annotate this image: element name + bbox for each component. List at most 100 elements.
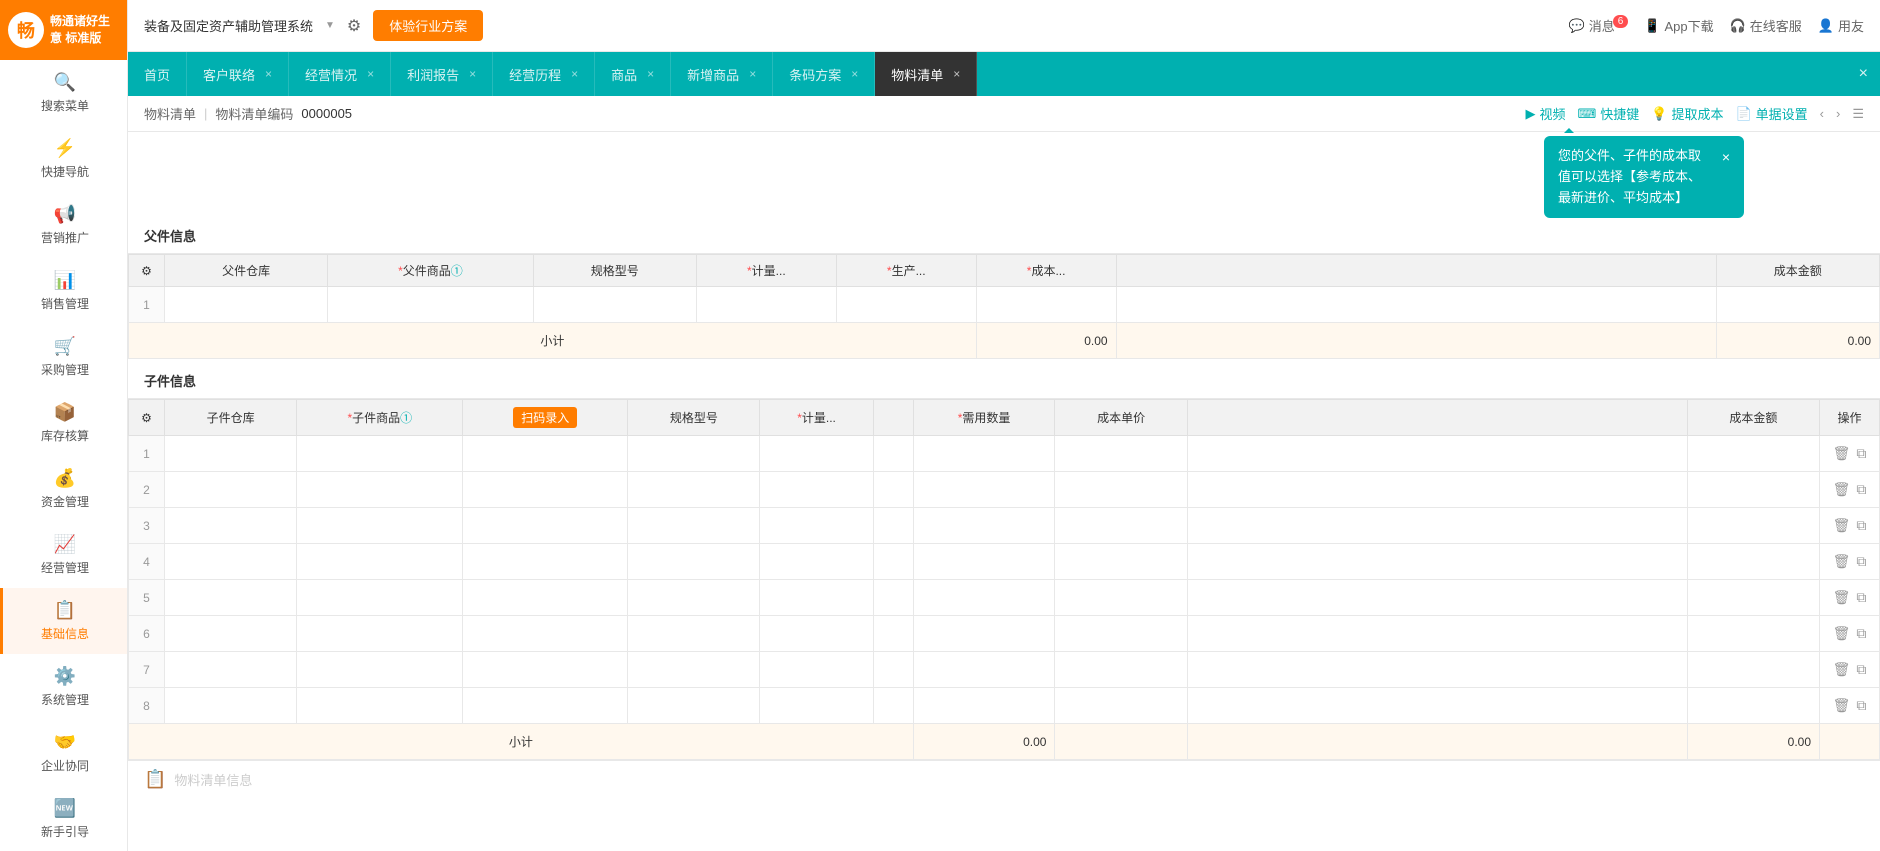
try-button[interactable]: 体验行业方案 [373,10,483,41]
child-row6-warehouse[interactable] [165,616,297,652]
parent-row1-produce[interactable] [836,287,976,323]
toolbar-next[interactable]: › [1836,106,1840,121]
child-row4-warehouse[interactable] [165,544,297,580]
tab-bom-close[interactable]: × [953,67,960,81]
tab-profit[interactable]: 利润报告 × [391,52,493,96]
parent-row1-warehouse[interactable] [165,287,328,323]
extract-cost-button[interactable]: 💡 提取成本 [1651,104,1723,123]
child-row3-unit[interactable] [760,508,873,544]
close-all-tabs[interactable]: × [1847,65,1880,83]
parent-col-settings[interactable]: ⚙ [129,255,165,287]
tab-goods-close[interactable]: × [647,67,654,81]
child-row7-qty[interactable] [913,652,1055,688]
delete-icon[interactable]: 🗑 [1833,589,1851,606]
scan-button[interactable]: 扫码录入 [513,407,577,428]
child-row6-unit[interactable] [760,616,873,652]
child-col-scan[interactable]: 扫码录入 [463,400,628,436]
tab-bom[interactable]: 物料清单 × [875,52,977,96]
copy-icon[interactable]: ⧉ [1856,517,1866,534]
delete-icon[interactable]: 🗑 [1833,697,1851,714]
app-download-button[interactable]: 📱 App下载 [1644,16,1713,35]
child-row6-unit-cost[interactable] [1055,616,1187,652]
child-row8-warehouse[interactable] [165,688,297,724]
child-row6-qty[interactable] [913,616,1055,652]
sidebar-item-marketing[interactable]: 📢 营销推广 [0,192,127,258]
child-row6-spec[interactable] [628,616,760,652]
child-row5-unit-cost[interactable] [1055,580,1187,616]
child-row3-qty[interactable] [913,508,1055,544]
child-row1-qty[interactable] [913,436,1055,472]
child-row8-goods[interactable] [297,688,463,724]
child-row5-unit[interactable] [760,580,873,616]
copy-icon[interactable]: ⧉ [1856,697,1866,714]
toolbar-menu[interactable]: ☰ [1852,106,1864,122]
delete-icon[interactable]: 🗑 [1833,445,1851,462]
child-row1-goods[interactable] [297,436,463,472]
copy-icon[interactable]: ⧉ [1856,661,1866,678]
child-row1-unit[interactable] [760,436,873,472]
child-row5-qty[interactable] [913,580,1055,616]
child-row4-goods[interactable] [297,544,463,580]
tooltip-close-button[interactable]: × [1722,146,1730,168]
sidebar-item-search[interactable]: 🔍 搜索菜单 [0,60,127,126]
tab-customer-close[interactable]: × [265,67,272,81]
child-row8-spec[interactable] [628,688,760,724]
tab-new-goods[interactable]: 新增商品 × [671,52,773,96]
child-row8-unit-cost[interactable] [1055,688,1187,724]
single-settings-button[interactable]: 📄 单据设置 [1735,104,1807,123]
child-row3-unit-cost[interactable] [1055,508,1187,544]
child-row5-goods[interactable] [297,580,463,616]
copy-icon[interactable]: ⧉ [1856,481,1866,498]
system-dropdown-arrow[interactable]: ▼ [325,20,335,31]
delete-icon[interactable]: 🗑 [1833,481,1851,498]
delete-icon[interactable]: 🗑 [1833,625,1851,642]
child-row4-spec[interactable] [628,544,760,580]
copy-icon[interactable]: ⧉ [1856,589,1866,606]
child-row5-warehouse[interactable] [165,580,297,616]
tab-history-close[interactable]: × [571,67,578,81]
sidebar-item-basic[interactable]: 📋 基础信息 [0,588,127,654]
child-row4-qty[interactable] [913,544,1055,580]
child-row2-qty[interactable] [913,472,1055,508]
child-row2-unit-cost[interactable] [1055,472,1187,508]
child-row2-warehouse[interactable] [165,472,297,508]
parent-row1-unit[interactable] [696,287,836,323]
copy-icon[interactable]: ⧉ [1856,553,1866,570]
tab-profit-close[interactable]: × [469,67,476,81]
child-row2-goods[interactable] [297,472,463,508]
tab-goods[interactable]: 商品 × [595,52,671,96]
shortcut-button[interactable]: ⌨ 快捷键 [1577,104,1639,123]
child-row3-warehouse[interactable] [165,508,297,544]
delete-icon[interactable]: 🗑 [1833,517,1851,534]
child-row4-unit-cost[interactable] [1055,544,1187,580]
parent-row1-cost[interactable] [976,287,1116,323]
sidebar-item-nav[interactable]: ⚡ 快捷导航 [0,126,127,192]
sidebar-item-sales[interactable]: 📊 销售管理 [0,258,127,324]
child-row2-unit[interactable] [760,472,873,508]
tab-customer[interactable]: 客户联络 × [187,52,289,96]
settings-button[interactable]: ⚙ [347,16,361,36]
child-row7-warehouse[interactable] [165,652,297,688]
child-col-settings[interactable]: ⚙ [129,400,165,436]
child-row4-unit[interactable] [760,544,873,580]
sidebar-item-finance[interactable]: 💰 资金管理 [0,456,127,522]
tab-new-goods-close[interactable]: × [749,67,756,81]
child-row8-qty[interactable] [913,688,1055,724]
delete-icon[interactable]: 🗑 [1833,661,1851,678]
child-row8-unit[interactable] [760,688,873,724]
tab-operations-close[interactable]: × [367,67,374,81]
child-row1-warehouse[interactable] [165,436,297,472]
toolbar-prev[interactable]: ‹ [1820,106,1824,121]
messages-button[interactable]: 💬 消息 6 [1569,16,1629,35]
breadcrumb-page[interactable]: 物料清单 [144,104,196,123]
tab-barcode-close[interactable]: × [851,67,858,81]
child-row1-unit-cost[interactable] [1055,436,1187,472]
parent-row1-goods[interactable] [328,287,533,323]
tab-operations[interactable]: 经营情况 × [289,52,391,96]
sidebar-item-inventory[interactable]: 📦 库存核算 [0,390,127,456]
view-button[interactable]: ▶ 视频 [1525,104,1565,123]
child-row3-goods[interactable] [297,508,463,544]
tab-home[interactable]: 首页 [128,52,187,96]
child-row6-goods[interactable] [297,616,463,652]
child-row1-spec[interactable] [628,436,760,472]
